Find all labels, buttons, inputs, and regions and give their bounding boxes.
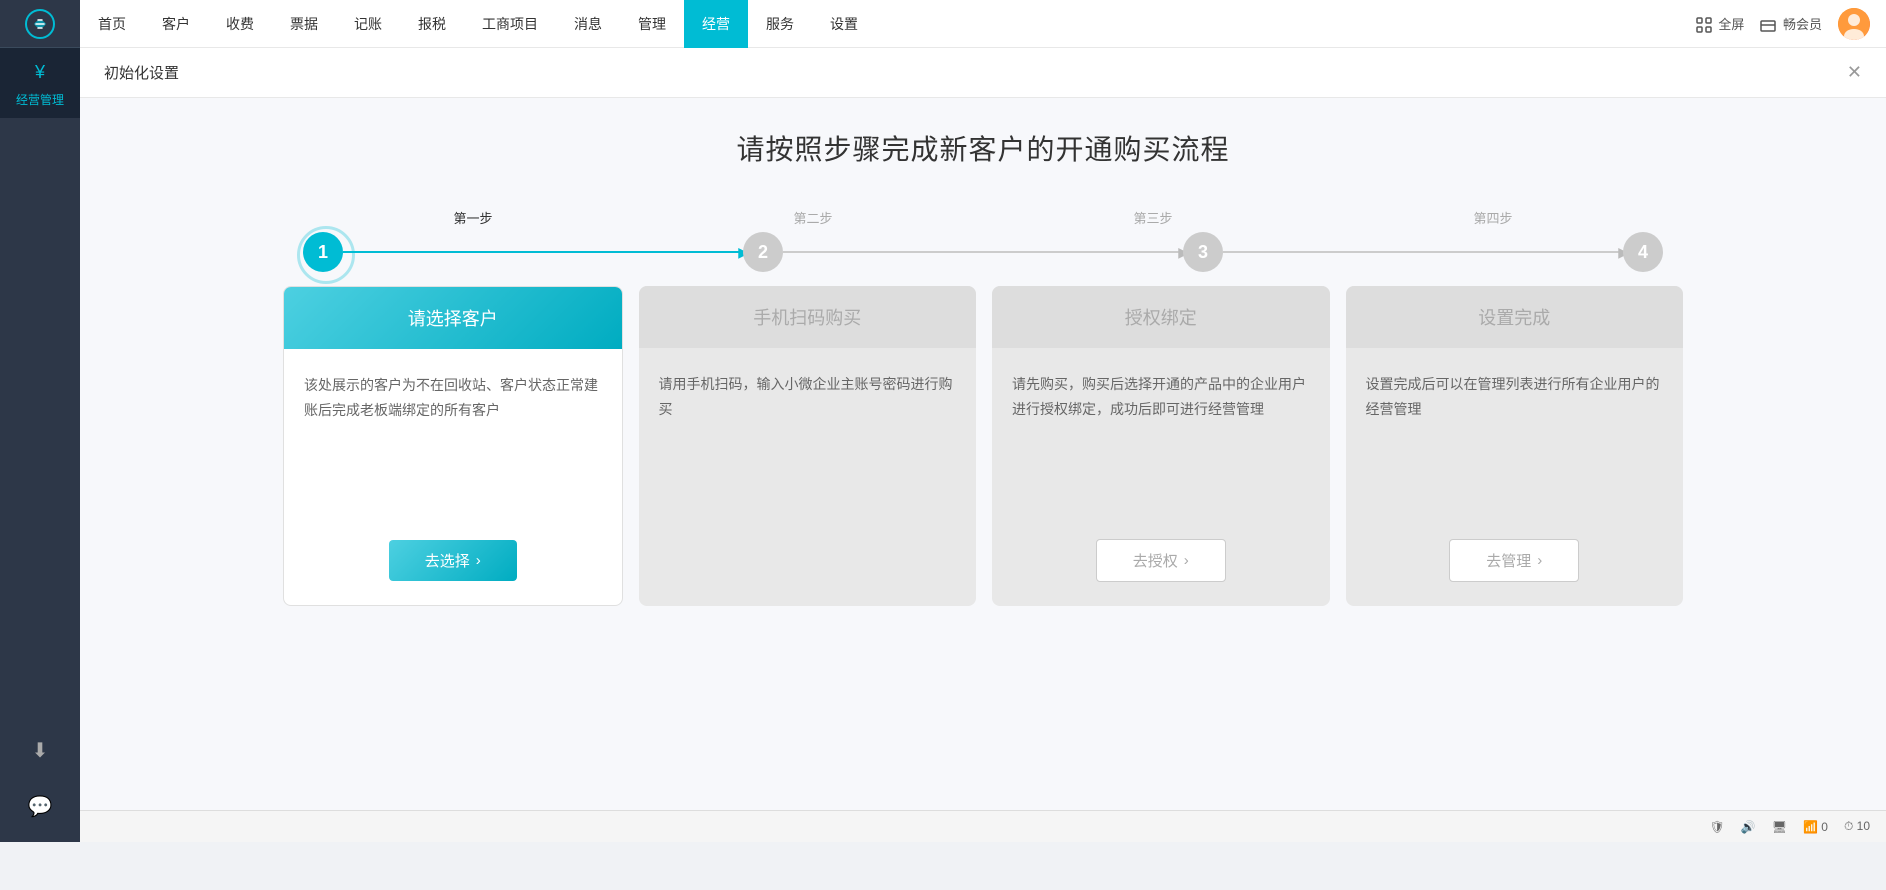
step-circle-3: 3 [1183,232,1223,272]
page-title: 初始化设置 [104,62,179,83]
step-circle-1: 1 [303,232,343,272]
step-circle-2: 2 [743,232,783,272]
step-circle-4: 4 [1623,232,1663,272]
nav-service[interactable]: 服务 [748,0,812,48]
step-3-circle: 3 [1183,232,1223,272]
card-4-footer: 去管理 › [1346,523,1684,606]
nav-manage[interactable]: 管理 [620,0,684,48]
nav-accounting[interactable]: 记账 [336,0,400,48]
nav-business[interactable]: 工商项目 [464,0,556,48]
sidebar-bottom: ⬇ 💬 [0,726,80,842]
step-1-circle: 1 [303,232,343,272]
fullscreen-btn[interactable]: 全屏 [1696,14,1745,34]
card-2-footer [639,566,977,606]
shield-icon: 🛡 [1710,820,1725,834]
nav-customer[interactable]: 客户 [144,0,208,48]
status-bar-right: 🛡 🔊 🖥 📶 0 ⏱ 10 [1710,819,1870,834]
display-icon: 🖥 [1772,820,1787,834]
card-3-body: 请先购买，购买后选择开通的产品中的企业用户进行授权绑定，成功后即可进行经营管理 [992,348,1330,523]
navbar-right: 全屏 畅会员 [1696,8,1886,40]
card-1-footer: 去选择 › [284,524,622,605]
card-3-footer: 去授权 › [992,523,1330,606]
card-4-header: 设置完成 [1346,286,1684,348]
card-4-body: 设置完成后可以在管理列表进行所有企业用户的经营管理 [1346,348,1684,523]
step-label-3: 第三步 [983,208,1323,228]
step-labels-row: 第一步 第二步 第三步 第四步 [253,208,1713,228]
step-line-3: ▶ [1223,251,1623,253]
sidebar-item-label: 经营管理 [16,91,64,108]
card-3-header: 授权绑定 [992,286,1330,348]
time-display: ⏱ 10 [1844,819,1870,834]
sidebar-logo [0,0,80,48]
step-line-1: ▶ [343,251,743,253]
nav-message[interactable]: 消息 [556,0,620,48]
go-select-button[interactable]: 去选择 › [389,540,517,581]
main-title: 请按照步骤完成新客户的开通购买流程 [120,128,1846,168]
step-card-2: 手机扫码购买 请用手机扫码，输入小微企业主账号密码进行购买 [639,286,977,606]
close-button[interactable]: ✕ [1847,62,1862,83]
step-2-circle: 2 [743,232,783,272]
sidebar: ¥ 经营管理 ⬇ 💬 [0,0,80,842]
card-2-body: 请用手机扫码，输入小微企业主账号密码进行购买 [639,348,977,566]
nav-operation[interactable]: 经营 [684,0,748,48]
step-line-2: ▶ [783,251,1183,253]
step-label-4: 第四步 [1323,208,1663,228]
nav-invoice[interactable]: 票据 [272,0,336,48]
step-card-3: 授权绑定 请先购买，购买后选择开通的产品中的企业用户进行授权绑定，成功后即可进行… [992,286,1330,606]
main-content: 初始化设置 ✕ 请按照步骤完成新客户的开通购买流程 第一步 第二步 第三步 第四… [80,48,1886,810]
step-label-2: 第二步 [643,208,983,228]
card-1-header: 请选择客户 [284,287,622,349]
download-button[interactable]: ⬇ [0,726,80,774]
network-status: 📶 0 [1803,820,1828,834]
steps-container: 第一步 第二步 第三步 第四步 1 [120,208,1846,606]
nav-tax[interactable]: 报税 [400,0,464,48]
support-button[interactable]: 💬 [0,782,80,830]
yuan-icon: ¥ [26,59,54,87]
step-card-4: 设置完成 设置完成后可以在管理列表进行所有企业用户的经营管理 去管理 › [1346,286,1684,606]
go-manage-button[interactable]: 去管理 › [1449,539,1579,582]
nav-settings[interactable]: 设置 [812,0,876,48]
content-body: 请按照步骤完成新客户的开通购买流程 第一步 第二步 第三步 第四步 [80,98,1886,636]
step-card-1: 请选择客户 该处展示的客户为不在回收站、客户状态正常建账后完成老板端绑定的所有客… [283,286,623,606]
step-4-circle: 4 [1623,232,1663,272]
navbar: 首页 客户 收费 票据 记账 报税 工商项目 消息 管理 经营 服务 设置 全屏… [0,0,1886,48]
step-label-1: 第一步 [303,208,643,228]
cards-row: 请选择客户 该处展示的客户为不在回收站、客户状态正常建账后完成老板端绑定的所有客… [253,286,1713,606]
step-circles-row: 1 ▶ 2 ▶ [253,232,1713,272]
volume-icon: 🔊 [1741,820,1756,834]
nav-fee[interactable]: 收费 [208,0,272,48]
card-1-body: 该处展示的客户为不在回收站、客户状态正常建账后完成老板端绑定的所有客户 [284,349,622,524]
nav-home[interactable]: 首页 [80,0,144,48]
go-authorize-button[interactable]: 去授权 › [1096,539,1226,582]
user-avatar[interactable] [1838,8,1870,40]
page-header: 初始化设置 ✕ [80,48,1886,98]
sidebar-item-management[interactable]: ¥ 经营管理 [0,48,80,118]
status-bar: ▶ 完成 🛡 🔊 🖥 📶 0 ⏱ 10 [0,810,1886,842]
card-2-header: 手机扫码购买 [639,286,977,348]
member-btn[interactable]: 畅会员 [1760,14,1822,33]
